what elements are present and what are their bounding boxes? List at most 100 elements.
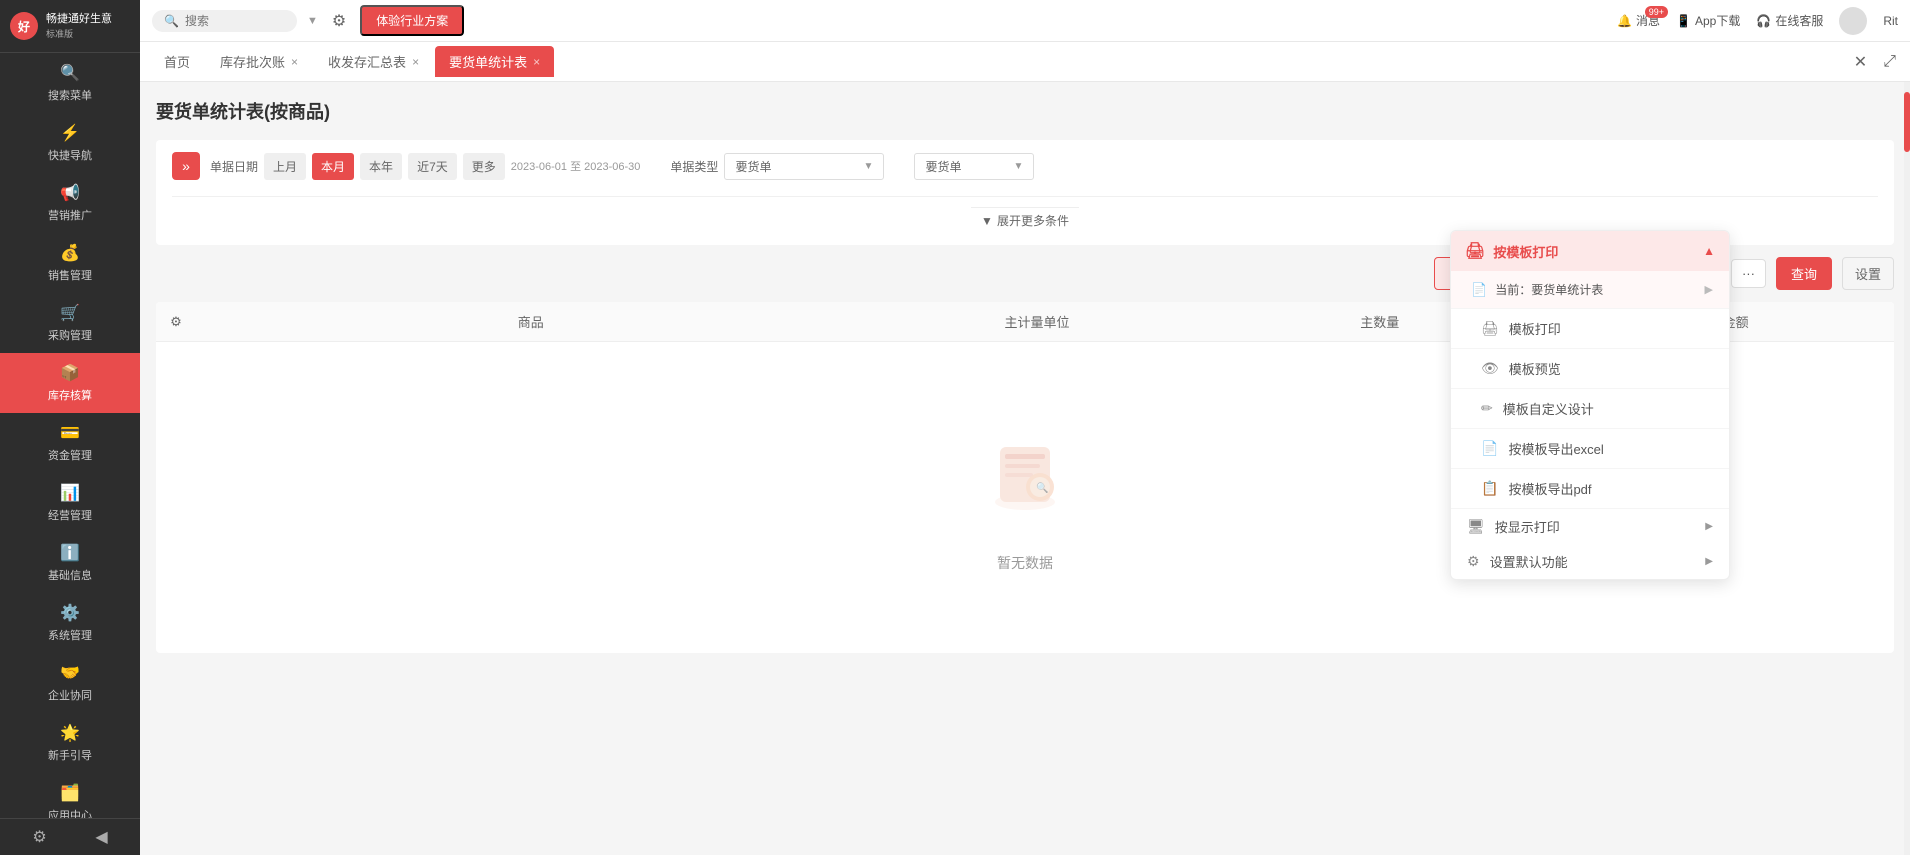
topbar-dropdown-icon[interactable]: ▼ bbox=[307, 15, 318, 27]
sidebar-item-finance[interactable]: 💳 资金管理 bbox=[0, 413, 140, 473]
settings-bottom-icon[interactable]: ⚙ bbox=[32, 827, 46, 847]
query-button[interactable]: 查询 bbox=[1776, 257, 1832, 290]
date-btn-this-year[interactable]: 本年 bbox=[360, 153, 402, 180]
sidebar-item-marketing[interactable]: 📢 营销推广 bbox=[0, 173, 140, 233]
dropdown-item-label: 模板打印 bbox=[1509, 319, 1561, 338]
headset-icon: 🎧 bbox=[1756, 14, 1771, 28]
sidebar-item-search[interactable]: 🔍 搜索菜单 bbox=[0, 53, 140, 113]
grid-icon: 🗂️ bbox=[60, 783, 80, 803]
sidebar-item-system[interactable]: ⚙️ 系统管理 bbox=[0, 593, 140, 653]
sidebar-bottom: ⚙ ◀ bbox=[0, 818, 140, 855]
sidebar-item-guide[interactable]: 🌟 新手引导 bbox=[0, 713, 140, 773]
document-icon: 📄 bbox=[1471, 282, 1487, 298]
tab-order-stats[interactable]: 要货单统计表 × bbox=[435, 46, 554, 77]
date-btn-last-month[interactable]: 上月 bbox=[264, 153, 306, 180]
app-download-button[interactable]: 📱 App下载 bbox=[1676, 12, 1740, 29]
filter-expand-icon[interactable]: » bbox=[172, 152, 200, 180]
sidebar-item-purchase[interactable]: 🛒 采购管理 bbox=[0, 293, 140, 353]
messages-button[interactable]: 🔔 消息 99+ bbox=[1617, 12, 1660, 29]
box-icon: 📦 bbox=[60, 363, 80, 383]
type-select-arrow-icon: ▼ bbox=[864, 161, 874, 172]
current-template-label: 当前：要货单统计表 bbox=[1495, 281, 1603, 298]
type-label: 单据类型 bbox=[670, 158, 718, 175]
sidebar-item-label: 系统管理 bbox=[48, 627, 92, 643]
mobile-icon: 📱 bbox=[1676, 14, 1691, 28]
type-select[interactable]: 要货单 ▼ bbox=[724, 153, 884, 180]
tab-inventory-batch[interactable]: 库存批次账 × bbox=[206, 46, 312, 77]
dropdown-item-template-custom[interactable]: ✏ 模板自定义设计 bbox=[1451, 389, 1729, 429]
monitor-icon: 🖥 bbox=[1467, 518, 1485, 535]
avatar[interactable] bbox=[1839, 7, 1867, 35]
dropdown-header[interactable]: 🖨 按模板打印 ▲ bbox=[1451, 231, 1729, 271]
expand-window-button[interactable]: ⤢ bbox=[1879, 49, 1900, 75]
dropdown-printer-icon: 🖨 bbox=[1465, 241, 1485, 261]
settings-button[interactable]: 设置 bbox=[1842, 257, 1894, 290]
sidebar-item-label: 企业协同 bbox=[48, 687, 92, 703]
tab-receipt-summary-label: 收发存汇总表 bbox=[328, 52, 406, 71]
tab-close-order-stats[interactable]: × bbox=[533, 55, 540, 69]
tab-home-label: 首页 bbox=[164, 52, 190, 71]
empty-svg: 🔍 bbox=[975, 422, 1075, 522]
tab-receipt-summary[interactable]: 收发存汇总表 × bbox=[314, 46, 433, 77]
dropdown-current-template[interactable]: 📄 当前：要货单统计表 ▶ bbox=[1451, 271, 1729, 309]
date-btn-more[interactable]: 更多 bbox=[463, 153, 505, 180]
pdf-icon: 📋 bbox=[1481, 480, 1498, 497]
expand-more-label: 展开更多条件 bbox=[997, 212, 1069, 229]
info-icon: ℹ️ bbox=[60, 543, 80, 563]
sidebar-item-operation[interactable]: 📊 经营管理 bbox=[0, 473, 140, 533]
dropdown-section-set-default[interactable]: ⚙ 设置默认功能 ▶ bbox=[1451, 544, 1729, 579]
sidebar-item-label: 营销推广 bbox=[48, 207, 92, 223]
tab-order-stats-label: 要货单统计表 bbox=[449, 52, 527, 71]
sidebar-item-quick[interactable]: ⚡ 快捷导航 bbox=[0, 113, 140, 173]
sidebar-item-sales[interactable]: 💰 销售管理 bbox=[0, 233, 140, 293]
sidebar-item-inventory[interactable]: 📦 库存核算 bbox=[0, 353, 140, 413]
edge-scrollbar[interactable] bbox=[1904, 82, 1910, 855]
main-area: 🔍 ▼ ⚙ 体验行业方案 🔔 消息 99+ 📱 App下载 🎧 在线客服 Rit bbox=[140, 0, 1910, 855]
dropdown-item-export-pdf[interactable]: 📋 按模板导出pdf bbox=[1451, 469, 1729, 509]
print-icon: 🖨 bbox=[1481, 320, 1499, 337]
username-label: Rit bbox=[1883, 14, 1898, 28]
set-default-wrap: ⚙ 设置默认功能 bbox=[1467, 552, 1568, 571]
display-print-arrow-icon: ▶ bbox=[1705, 521, 1713, 532]
tabbar-right-controls: ✕ ⤢ bbox=[1850, 48, 1900, 76]
page-title: 要货单统计表(按商品) bbox=[156, 98, 1894, 124]
dropdown-item-template-preview[interactable]: 👁 模板预览 bbox=[1451, 349, 1729, 389]
sidebar-item-label: 库存核算 bbox=[48, 387, 92, 403]
search-magnifier-icon: 🔍 bbox=[164, 14, 179, 28]
online-service-button[interactable]: 🎧 在线客服 bbox=[1756, 12, 1823, 29]
tab-home[interactable]: 首页 bbox=[150, 46, 204, 77]
sidebar: 好 畅捷通好生意 标准版 🔍 搜索菜单 ⚡ 快捷导航 📢 营销推广 💰 销售管理… bbox=[0, 0, 140, 855]
tab-inventory-batch-label: 库存批次账 bbox=[220, 52, 285, 71]
dropdown-item-export-excel[interactable]: 📄 按模板导出excel bbox=[1451, 429, 1729, 469]
trial-button[interactable]: 体验行业方案 bbox=[360, 5, 464, 36]
excel-icon: 📄 bbox=[1481, 440, 1498, 457]
date-btn-this-month[interactable]: 本月 bbox=[312, 153, 354, 180]
display-print-wrap: 🖥 按显示打印 bbox=[1467, 517, 1560, 536]
date-btn-7days[interactable]: 近7天 bbox=[408, 153, 457, 180]
page-content: 要货单统计表(按商品) » 单据日期 上月 本月 本年 近7天 更多 2023-… bbox=[140, 82, 1910, 855]
sidebar-item-label: 快捷导航 bbox=[48, 147, 92, 163]
expand-more-button[interactable]: ▼ 展开更多条件 bbox=[971, 207, 1079, 233]
sidebar-item-apps[interactable]: 🗂️ 应用中心 bbox=[0, 773, 140, 818]
sidebar-item-collab[interactable]: 🤝 企业协同 bbox=[0, 653, 140, 713]
dropdown-section-display-print[interactable]: 🖥 按显示打印 ▶ bbox=[1451, 509, 1729, 544]
collapse-sidebar-icon[interactable]: ◀ bbox=[95, 827, 107, 847]
current-template-wrap: 📄 当前：要货单统计表 bbox=[1471, 281, 1603, 298]
sidebar-item-basic[interactable]: ℹ️ 基础信息 bbox=[0, 533, 140, 593]
tab-close-receipt-summary[interactable]: × bbox=[412, 55, 419, 69]
dropdown-item-template-print[interactable]: 🖨 模板打印 bbox=[1451, 309, 1729, 349]
megaphone-icon: 📢 bbox=[60, 183, 80, 203]
more-button[interactable]: ··· bbox=[1731, 259, 1766, 288]
date-range-display: 2023-06-01 至 2023-06-30 bbox=[511, 158, 641, 174]
current-template-arrow: ▶ bbox=[1705, 283, 1713, 296]
close-window-button[interactable]: ✕ bbox=[1850, 48, 1871, 76]
yh-select[interactable]: 要货单 ▼ bbox=[914, 153, 1034, 180]
more-dots-icon: ··· bbox=[1742, 266, 1755, 281]
tab-close-inventory-batch[interactable]: × bbox=[291, 55, 298, 69]
search-input[interactable] bbox=[185, 14, 285, 28]
topbar-gear-icon[interactable]: ⚙ bbox=[332, 11, 346, 31]
sidebar-item-label: 搜索菜单 bbox=[48, 87, 92, 103]
topbar-search-box[interactable]: 🔍 bbox=[152, 10, 297, 32]
dropdown-collapse-icon[interactable]: ▲ bbox=[1703, 244, 1715, 258]
scrollbar-thumb bbox=[1904, 92, 1910, 152]
